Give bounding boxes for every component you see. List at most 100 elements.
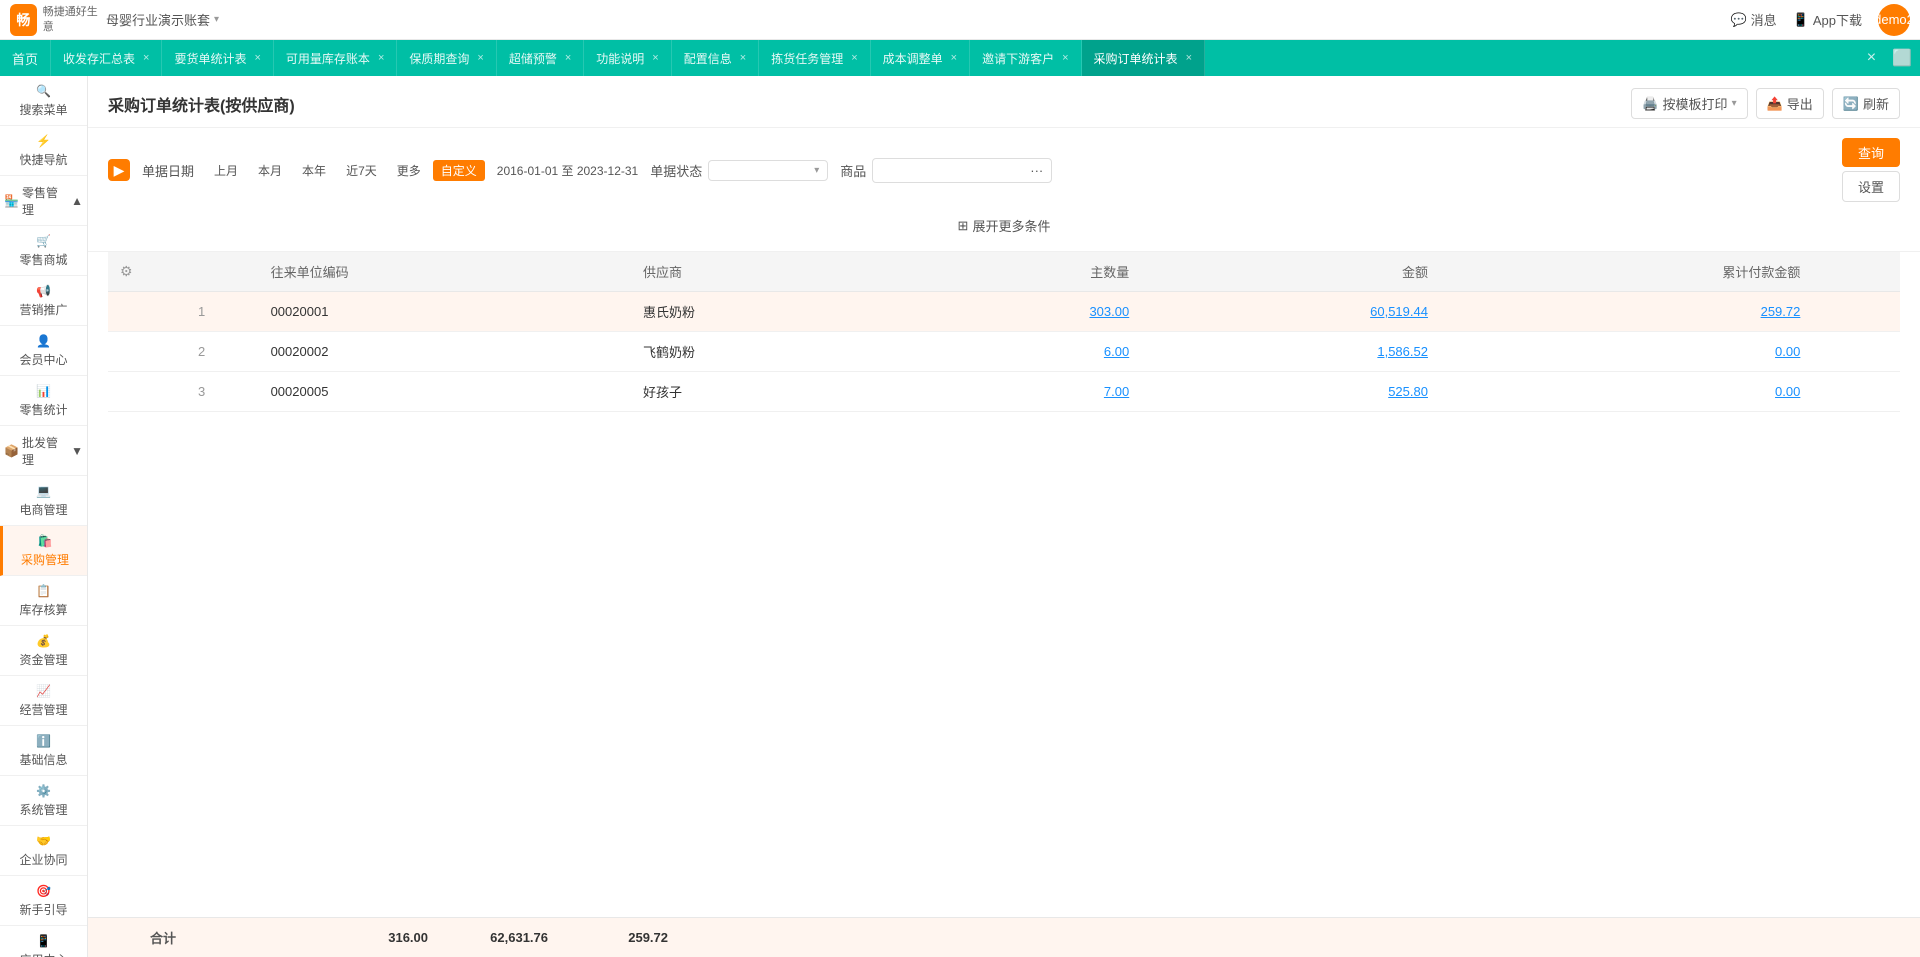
enterprise-icon: 🤝: [36, 834, 51, 848]
sidebar-item-member[interactable]: 👤 会员中心: [0, 326, 87, 376]
status-select[interactable]: ▾: [708, 160, 828, 181]
sidebar-item-operations[interactable]: 📈 经营管理: [0, 676, 87, 726]
app-download-button[interactable]: 📱 App下载: [1793, 10, 1862, 29]
close-icon[interactable]: ×: [143, 52, 149, 64]
col-main-qty: 主数量: [908, 252, 1141, 292]
shortcut-this-year[interactable]: 本年: [294, 160, 334, 181]
dropdown-arrow-icon: ▾: [1732, 98, 1737, 109]
print-button[interactable]: 🖨️ 按模板打印 ▾: [1631, 88, 1747, 119]
shortcut-more[interactable]: 更多: [389, 160, 429, 181]
tab-overstock[interactable]: 超储预警 ×: [497, 40, 584, 76]
close-icon[interactable]: ×: [1186, 52, 1192, 64]
tab-config[interactable]: 配置信息 ×: [672, 40, 759, 76]
tab-invite[interactable]: 邀请下游客户 ×: [970, 40, 1081, 76]
close-icon[interactable]: ×: [477, 52, 483, 64]
close-icon[interactable]: ×: [378, 52, 384, 64]
operations-icon: 📈: [36, 684, 51, 698]
topbar-actions: 💬 消息 📱 App下载 demo2: [1730, 4, 1910, 36]
avatar[interactable]: demo2: [1878, 4, 1910, 36]
logo-text: 畅捷通好生意: [43, 5, 98, 34]
table-row[interactable]: 3 00020005 好孩子 7.00 525.80 0.00: [108, 372, 1900, 412]
tab-collect[interactable]: 收发存汇总表 ×: [51, 40, 162, 76]
tab-home[interactable]: 首页: [0, 40, 51, 76]
nav-tabs: 首页 收发存汇总表 × 要货单统计表 × 可用量库存账本 × 保质期查询 × 超…: [0, 40, 1920, 76]
sidebar-item-finance[interactable]: 💰 资金管理: [0, 626, 87, 676]
row-paid-amount[interactable]: 0.00: [1440, 332, 1812, 372]
shortcut-this-month[interactable]: 本月: [250, 160, 290, 181]
row-amount[interactable]: 525.80: [1141, 372, 1440, 412]
search-icon: 🔍: [36, 84, 51, 98]
col-seq: [145, 252, 259, 292]
close-icon[interactable]: ×: [740, 52, 746, 64]
inventory-icon: 📋: [36, 584, 51, 598]
filter-toggle-button[interactable]: ▶: [108, 159, 130, 181]
table-row[interactable]: 1 00020001 惠氏奶粉 303.00 60,519.44 259.72: [108, 292, 1900, 332]
row-supplier: 飞鹤奶粉: [631, 332, 908, 372]
sidebar-item-marketing[interactable]: 📢 营销推广: [0, 276, 87, 326]
shortcut-icon: ⚡: [36, 134, 51, 148]
settings-icon[interactable]: ⚙: [120, 263, 133, 279]
footer-main-qty: 316.00: [308, 930, 428, 945]
guide-icon: 🎯: [36, 884, 51, 898]
sidebar-item-retail-stat[interactable]: 📊 零售统计: [0, 376, 87, 426]
expand-more-button[interactable]: ⊞ 展开更多条件: [952, 210, 1057, 241]
shortcut-7days[interactable]: 近7天: [338, 160, 385, 181]
sidebar-item-basic[interactable]: ℹ️ 基础信息: [0, 726, 87, 776]
sidebar-item-search[interactable]: 🔍 搜索菜单: [0, 76, 87, 126]
close-icon[interactable]: ×: [254, 52, 260, 64]
footer-paid-amount: 259.72: [548, 930, 668, 945]
row-amount[interactable]: 1,586.52: [1141, 332, 1440, 372]
sidebar-item-enterprise[interactable]: 🤝 企业协同: [0, 826, 87, 876]
row-paid-amount[interactable]: 0.00: [1440, 372, 1812, 412]
shortcut-last-month[interactable]: 上月: [206, 160, 246, 181]
col-settings: ⚙: [108, 252, 145, 292]
sidebar-item-retail[interactable]: 🏪 零售管理 ▲: [0, 176, 87, 226]
row-paid-amount[interactable]: 259.72: [1440, 292, 1812, 332]
org-selector[interactable]: 母婴行业演示账套 ▾: [98, 6, 227, 33]
close-icon[interactable]: ×: [652, 52, 658, 64]
tab-purchase-summary[interactable]: 采购订单统计表 ×: [1082, 40, 1205, 76]
sidebar-item-appcenter[interactable]: 📱 应用中心: [0, 926, 87, 957]
sidebar-item-purchase[interactable]: 🛍️ 采购管理: [0, 526, 87, 576]
sidebar-item-system[interactable]: ⚙️ 系统管理: [0, 776, 87, 826]
sidebar-item-retail-mall[interactable]: 🛒 零售商城: [0, 226, 87, 276]
sidebar-item-newguide[interactable]: 🎯 新手引导: [0, 876, 87, 926]
row-main-qty[interactable]: 6.00: [908, 332, 1141, 372]
close-icon[interactable]: ×: [851, 52, 857, 64]
sidebar-item-wholesale[interactable]: 📦 批发管理 ▼: [0, 426, 87, 476]
tab-demand[interactable]: 要货单统计表 ×: [162, 40, 273, 76]
message-button[interactable]: 💬 消息: [1730, 10, 1776, 29]
date-shortcuts: 上月 本月 本年 近7天 更多 自定义: [206, 160, 485, 181]
row-settings-cell: [108, 292, 145, 332]
sidebar-item-ecommerce[interactable]: 💻 电商管理: [0, 476, 87, 526]
goods-input[interactable]: ···: [872, 158, 1052, 183]
row-main-qty[interactable]: 303.00: [908, 292, 1141, 332]
close-icon[interactable]: ×: [565, 52, 571, 64]
query-button[interactable]: 查询: [1842, 138, 1900, 167]
nav-expand-button[interactable]: ⬜: [1884, 40, 1920, 76]
app-icon: 📱: [1793, 12, 1809, 28]
export-button[interactable]: 📤 导出: [1756, 88, 1824, 119]
nav-close-button[interactable]: ×: [1859, 40, 1884, 76]
row-main-qty[interactable]: 7.00: [908, 372, 1141, 412]
tab-cost[interactable]: 成本调整单 ×: [871, 40, 970, 76]
sidebar-item-inventory[interactable]: 📋 库存核算: [0, 576, 87, 626]
tab-task[interactable]: 拣货任务管理 ×: [759, 40, 870, 76]
custom-date-tag[interactable]: 自定义: [433, 160, 485, 181]
row-amount[interactable]: 60,519.44: [1141, 292, 1440, 332]
chevron-icon: ▲: [71, 194, 83, 208]
row-unit-code: 00020002: [259, 332, 631, 372]
close-icon[interactable]: ×: [1062, 52, 1068, 64]
date-label: 单据日期: [142, 161, 194, 180]
logo-icon: 畅: [10, 4, 37, 36]
setting-button[interactable]: 设置: [1842, 171, 1900, 202]
tab-function[interactable]: 功能说明 ×: [584, 40, 671, 76]
close-icon[interactable]: ×: [951, 52, 957, 64]
footer-label: 合计: [108, 928, 308, 947]
page-header: 采购订单统计表(按供应商) 🖨️ 按模板打印 ▾ 📤 导出 🔄 刷新: [88, 76, 1920, 128]
tab-expiry[interactable]: 保质期查询 ×: [397, 40, 496, 76]
tab-available[interactable]: 可用量库存账本 ×: [274, 40, 397, 76]
sidebar-item-shortcut[interactable]: ⚡ 快捷导航: [0, 126, 87, 176]
table-row[interactable]: 2 00020002 飞鹤奶粉 6.00 1,586.52 0.00: [108, 332, 1900, 372]
refresh-button[interactable]: 🔄 刷新: [1832, 88, 1900, 119]
